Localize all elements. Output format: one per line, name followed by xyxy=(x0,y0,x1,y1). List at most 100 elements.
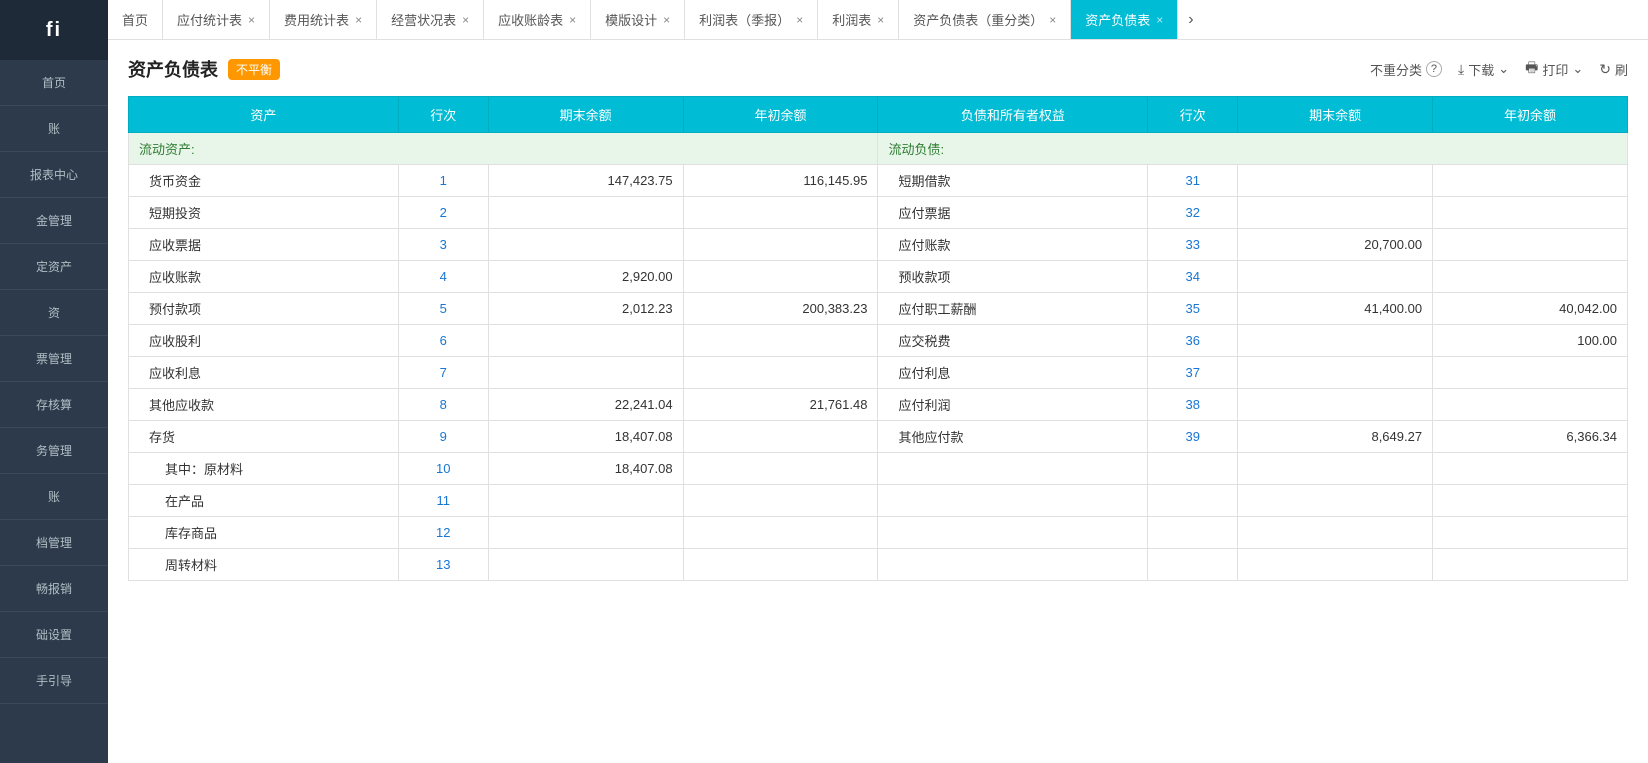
right-row-num xyxy=(1148,485,1238,517)
sidebar-item-affairs[interactable]: 务管理 xyxy=(0,428,108,474)
sidebar-item-guide[interactable]: 手引导 xyxy=(0,658,108,704)
print-button[interactable]: 🖶 打印 ⌄ xyxy=(1525,57,1583,81)
tab-expense-stats-close[interactable]: × xyxy=(355,13,362,27)
tab-balance-sheet[interactable]: 资产负债表 × xyxy=(1071,0,1178,40)
th-row-right: 行次 xyxy=(1148,97,1238,133)
right-begin-balance xyxy=(1433,549,1628,581)
left-end-balance: 22,241.04 xyxy=(488,389,683,421)
sidebar-item-settings[interactable]: 础设置 xyxy=(0,612,108,658)
right-name xyxy=(878,549,1148,581)
tab-home[interactable]: 首页 xyxy=(108,0,163,40)
left-name: 其他应收款 xyxy=(129,389,399,421)
right-end-balance xyxy=(1238,453,1433,485)
sidebar-item-home[interactable]: 首页 xyxy=(0,60,108,106)
tab-balance-sheet-close[interactable]: × xyxy=(1156,13,1163,27)
help-icon[interactable]: ? xyxy=(1426,61,1442,77)
left-name: 预付款项 xyxy=(129,293,399,325)
left-row-num: 10 xyxy=(398,453,488,485)
right-begin-balance xyxy=(1433,485,1628,517)
tab-payable-stats[interactable]: 应付统计表 × xyxy=(163,0,270,40)
right-end-balance xyxy=(1238,165,1433,197)
tab-more-button[interactable]: › xyxy=(1178,0,1203,40)
left-begin-balance xyxy=(683,261,878,293)
tab-template-design-label: 模版设计 xyxy=(605,10,657,29)
tab-receivable-aging-close[interactable]: × xyxy=(569,13,576,27)
sidebar-item-fund[interactable]: 金管理 xyxy=(0,198,108,244)
table-row: 在产品 11 xyxy=(129,485,1628,517)
left-name: 库存商品 xyxy=(129,517,399,549)
right-category-label: 流动负债: xyxy=(878,133,1628,165)
download-label: 下载 xyxy=(1468,60,1494,79)
tab-template-design[interactable]: 模版设计 × xyxy=(591,0,685,40)
right-name: 应付账款 xyxy=(878,229,1148,261)
download-chevron-icon: ⌄ xyxy=(1498,61,1509,77)
tab-payable-stats-close[interactable]: × xyxy=(248,13,255,27)
right-end-balance xyxy=(1238,485,1433,517)
page-title-area: 资产负债表 不平衡 xyxy=(128,56,280,82)
right-end-balance xyxy=(1238,261,1433,293)
refresh-button[interactable]: ↻ 刷 xyxy=(1599,60,1628,79)
left-end-balance: 2,012.23 xyxy=(488,293,683,325)
tab-operations[interactable]: 经营状况表 × xyxy=(377,0,484,40)
right-row-num: 34 xyxy=(1148,261,1238,293)
no-reclassify-button[interactable]: 不重分类 ? xyxy=(1370,60,1442,79)
left-begin-balance xyxy=(683,357,878,389)
tab-profit-close[interactable]: × xyxy=(877,13,884,27)
tab-expense-stats[interactable]: 费用统计表 × xyxy=(270,0,377,40)
print-chevron-icon: ⌄ xyxy=(1572,61,1583,77)
sidebar-item-invoice[interactable]: 票管理 xyxy=(0,336,108,382)
tab-template-design-close[interactable]: × xyxy=(663,13,670,27)
sidebar-item-fixed-assets[interactable]: 定资产 xyxy=(0,244,108,290)
tab-profit-quarterly[interactable]: 利润表（季报） × xyxy=(685,0,818,40)
left-begin-balance: 200,383.23 xyxy=(683,293,878,325)
left-name: 应收账款 xyxy=(129,261,399,293)
right-end-balance: 8,649.27 xyxy=(1238,421,1433,453)
print-icon: 🖶 xyxy=(1525,57,1538,81)
left-name: 其中：原材料 xyxy=(129,453,399,485)
tab-profit[interactable]: 利润表 × xyxy=(818,0,899,40)
tab-operations-close[interactable]: × xyxy=(462,13,469,27)
tab-profit-quarterly-close[interactable]: × xyxy=(796,13,803,27)
left-name: 应收票据 xyxy=(129,229,399,261)
th-begin-balance-left: 年初余额 xyxy=(683,97,878,133)
tab-balance-reclassify[interactable]: 资产负债表（重分类） × xyxy=(899,0,1071,40)
left-begin-balance: 21,761.48 xyxy=(683,389,878,421)
sidebar-item-archive[interactable]: 档管理 xyxy=(0,520,108,566)
right-row-num: 32 xyxy=(1148,197,1238,229)
right-name: 应付利息 xyxy=(878,357,1148,389)
left-begin-balance xyxy=(683,421,878,453)
tab-home-label: 首页 xyxy=(122,10,148,29)
right-end-balance xyxy=(1238,325,1433,357)
right-name xyxy=(878,485,1148,517)
th-end-balance-left: 期末余额 xyxy=(488,97,683,133)
left-row-num: 8 xyxy=(398,389,488,421)
sidebar-item-report-center[interactable]: 报表中心 xyxy=(0,152,108,198)
sidebar-item-expense[interactable]: 畅报销 xyxy=(0,566,108,612)
tab-receivable-aging[interactable]: 应收账龄表 × xyxy=(484,0,591,40)
left-row-num: 13 xyxy=(398,549,488,581)
sidebar-item-capital[interactable]: 资 xyxy=(0,290,108,336)
table-row: 应收利息 7 应付利息 37 xyxy=(129,357,1628,389)
right-row-num: 33 xyxy=(1148,229,1238,261)
right-row-num: 35 xyxy=(1148,293,1238,325)
th-begin-balance-right: 年初余额 xyxy=(1433,97,1628,133)
right-name: 其他应付款 xyxy=(878,421,1148,453)
table-row: 应收账款 4 2,920.00 预收款项 34 xyxy=(129,261,1628,293)
left-end-balance: 147,423.75 xyxy=(488,165,683,197)
left-row-num: 2 xyxy=(398,197,488,229)
right-begin-balance: 100.00 xyxy=(1433,325,1628,357)
right-begin-balance xyxy=(1433,517,1628,549)
content-area: 资产负债表 不平衡 不重分类 ? ⤓ 下载 ⌄ 🖶 打印 ⌄ xyxy=(108,40,1648,763)
download-button[interactable]: ⤓ 下载 ⌄ xyxy=(1458,60,1509,79)
table-row: 应收股利 6 应交税费 36 100.00 xyxy=(129,325,1628,357)
sidebar: fi 首页 账 报表中心 金管理 定资产 资 票管理 存核算 务管理 账 档管理… xyxy=(0,0,108,763)
tab-operations-label: 经营状况表 xyxy=(391,10,456,29)
report-table: 资产 行次 期末余额 年初余额 负债和所有者权益 行次 期末余额 年初余额 流动… xyxy=(128,96,1628,581)
sidebar-item-inventory[interactable]: 存核算 xyxy=(0,382,108,428)
sidebar-item-ledger[interactable]: 账 xyxy=(0,474,108,520)
left-row-num: 9 xyxy=(398,421,488,453)
left-end-balance: 2,920.00 xyxy=(488,261,683,293)
sidebar-item-account[interactable]: 账 xyxy=(0,106,108,152)
left-name: 周转材料 xyxy=(129,549,399,581)
tab-balance-reclassify-close[interactable]: × xyxy=(1049,13,1056,27)
